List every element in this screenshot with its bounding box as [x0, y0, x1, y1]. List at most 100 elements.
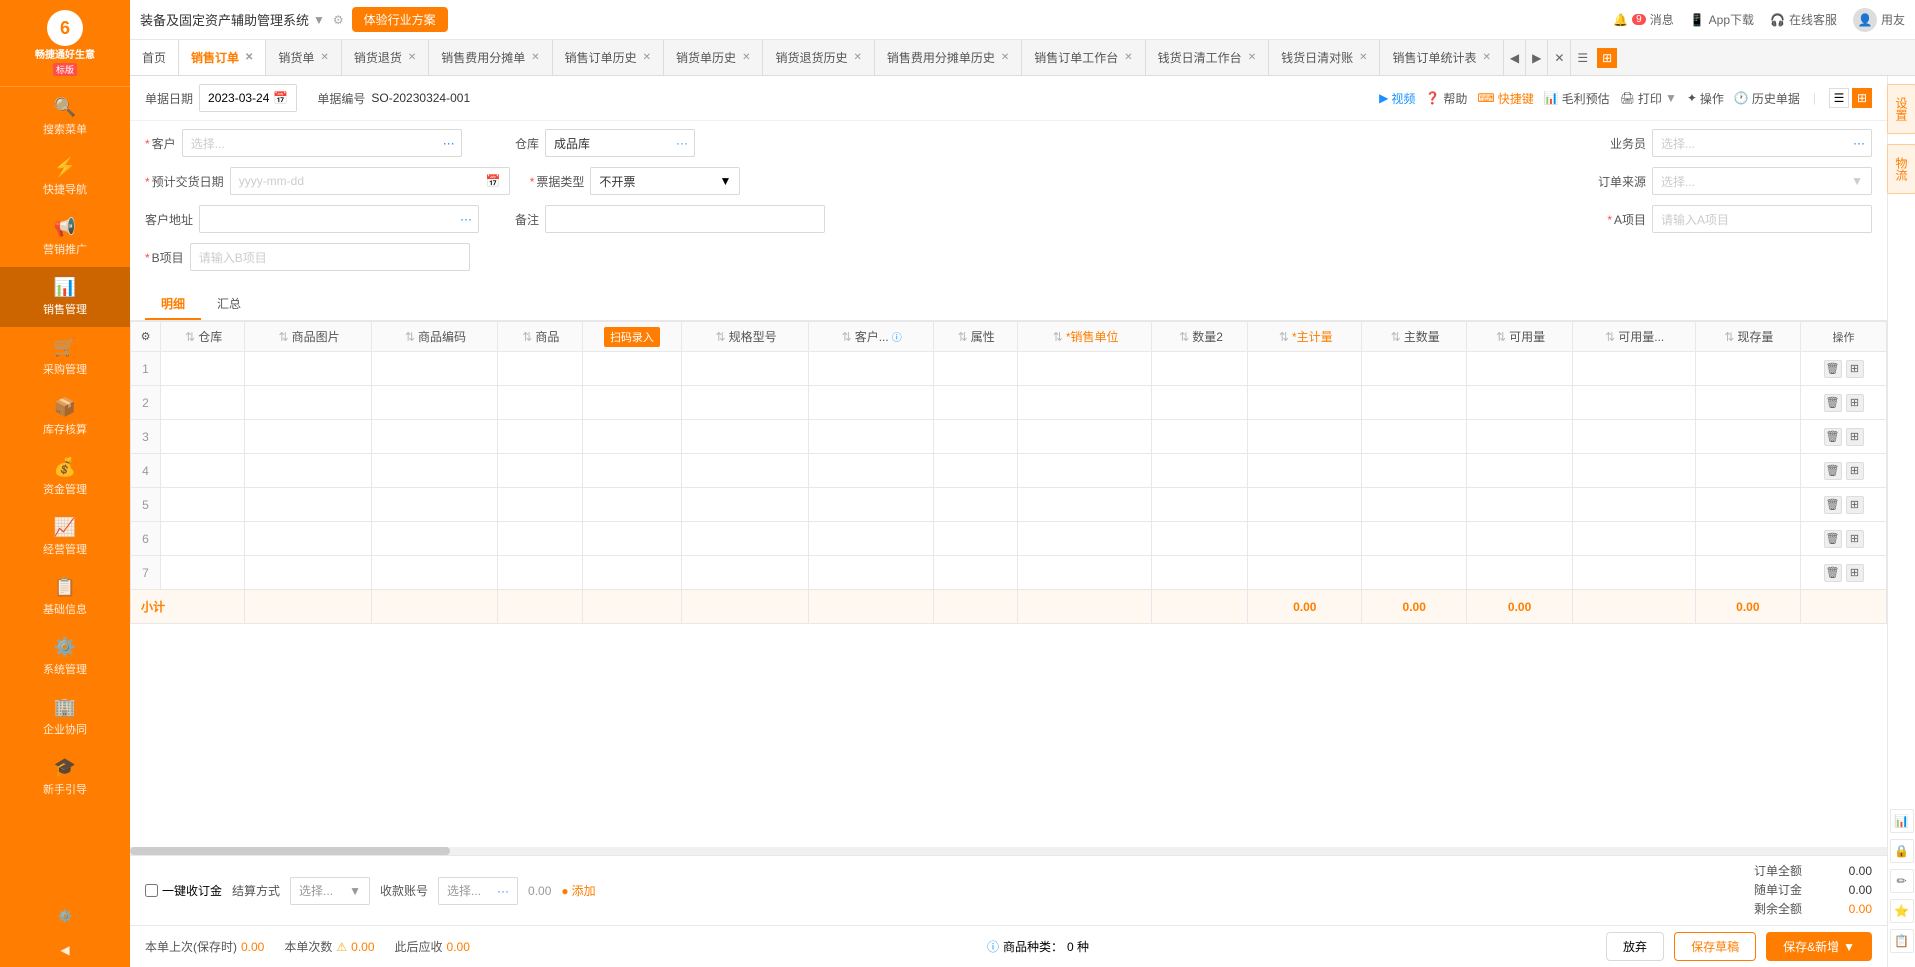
- history-btn[interactable]: 🕐 历史单据: [1734, 90, 1800, 107]
- row-mainqty-5[interactable]: [1362, 488, 1467, 522]
- right-panel-edit-icon[interactable]: ✏: [1890, 869, 1914, 893]
- row-mainunit-1[interactable]: [1248, 352, 1362, 386]
- row-unit-2[interactable]: [1017, 386, 1152, 420]
- row-avail-4[interactable]: [1467, 454, 1572, 488]
- tab-sales-return[interactable]: 销货退货 ✕: [342, 40, 429, 76]
- row-mainunit-3[interactable]: [1248, 420, 1362, 454]
- save-draft-btn[interactable]: 保存草稿: [1674, 932, 1756, 961]
- row-mainqty-4[interactable]: [1362, 454, 1467, 488]
- row-avail2-2[interactable]: [1572, 386, 1695, 420]
- row-warehouse-4[interactable]: [161, 454, 245, 488]
- scrollbar-thumb[interactable]: [130, 847, 450, 855]
- row-spec-4[interactable]: [682, 454, 808, 488]
- row-custcode-6[interactable]: [808, 522, 933, 556]
- row-avail-2[interactable]: [1467, 386, 1572, 420]
- warehouse-input[interactable]: 成品库 ···: [545, 129, 695, 157]
- row-copy-7[interactable]: ⊞: [1846, 564, 1864, 582]
- row-warehouse-2[interactable]: [161, 386, 245, 420]
- row-code-5[interactable]: [371, 488, 497, 522]
- row-avail-7[interactable]: [1467, 556, 1572, 590]
- discard-btn[interactable]: 放弃: [1606, 932, 1664, 961]
- topbar-notice[interactable]: 🔔 9 消息: [1613, 11, 1674, 28]
- order-source-select[interactable]: 选择... ▼: [1652, 167, 1872, 195]
- tab-goods-history[interactable]: 销货单历史 ✕: [664, 40, 763, 76]
- operation-btn[interactable]: ✦ 操作: [1687, 90, 1724, 107]
- row-unit-4[interactable]: [1017, 454, 1152, 488]
- row-avail-6[interactable]: [1467, 522, 1572, 556]
- row-code-6[interactable]: [371, 522, 497, 556]
- row-custcode-2[interactable]: [808, 386, 933, 420]
- tab-stats[interactable]: 销售订单统计表 ✕: [1380, 40, 1503, 76]
- row-custcode-7[interactable]: [808, 556, 933, 590]
- row-copy-3[interactable]: ⊞: [1846, 428, 1864, 446]
- row-current-1[interactable]: [1695, 352, 1800, 386]
- row-current-5[interactable]: [1695, 488, 1800, 522]
- right-panel-star-icon[interactable]: ⭐: [1890, 899, 1914, 923]
- row-mainqty-2[interactable]: [1362, 386, 1467, 420]
- row-product-6[interactable]: [498, 522, 582, 556]
- row-avail2-1[interactable]: [1572, 352, 1695, 386]
- row-scan-4[interactable]: [582, 454, 682, 488]
- row-copy-5[interactable]: ⊞: [1846, 496, 1864, 514]
- row-attr-7[interactable]: [933, 556, 1017, 590]
- row-product-5[interactable]: [498, 488, 582, 522]
- row-product-3[interactable]: [498, 420, 582, 454]
- tab-close-sales-goods[interactable]: ✕: [320, 52, 328, 63]
- topbar-user[interactable]: 👤 用友: [1853, 8, 1905, 32]
- tab-close-order-workbench[interactable]: ✕: [1124, 52, 1132, 63]
- row-attr-4[interactable]: [933, 454, 1017, 488]
- row-image-3[interactable]: [245, 420, 371, 454]
- tab-close-return-history[interactable]: ✕: [853, 52, 861, 63]
- row-qty2-1[interactable]: [1152, 352, 1248, 386]
- th-warehouse[interactable]: ⇅ 仓库: [161, 322, 245, 352]
- row-spec-7[interactable]: [682, 556, 808, 590]
- row-product-4[interactable]: [498, 454, 582, 488]
- profit-btn[interactable]: 📊 毛利预估: [1544, 90, 1610, 107]
- row-delete-2[interactable]: 🗑: [1824, 394, 1842, 412]
- th-attr[interactable]: ⇅ 属性: [933, 322, 1017, 352]
- row-attr-5[interactable]: [933, 488, 1017, 522]
- row-qty2-7[interactable]: [1152, 556, 1248, 590]
- row-image-1[interactable]: [245, 352, 371, 386]
- tab-close-sales-history[interactable]: ✕: [643, 52, 651, 63]
- row-warehouse-3[interactable]: [161, 420, 245, 454]
- row-attr-6[interactable]: [933, 522, 1017, 556]
- row-product-1[interactable]: [498, 352, 582, 386]
- row-warehouse-6[interactable]: [161, 522, 245, 556]
- list-view-btn[interactable]: ☰: [1829, 88, 1849, 108]
- row-current-7[interactable]: [1695, 556, 1800, 590]
- th-qty2[interactable]: ⇅ 数量2: [1152, 322, 1248, 352]
- row-scan-5[interactable]: [582, 488, 682, 522]
- sidebar-item-sales[interactable]: 📊 销售管理: [0, 267, 130, 327]
- row-scan-7[interactable]: [582, 556, 682, 590]
- row-product-2[interactable]: [498, 386, 582, 420]
- tab-close-expense-history[interactable]: ✕: [1001, 52, 1009, 63]
- right-panel-lock-icon[interactable]: 🔒: [1890, 839, 1914, 863]
- row-image-2[interactable]: [245, 386, 371, 420]
- row-mainunit-6[interactable]: [1248, 522, 1362, 556]
- row-avail2-7[interactable]: [1572, 556, 1695, 590]
- tab-close-cash-reconcile[interactable]: ✕: [1359, 52, 1367, 63]
- view-video-btn[interactable]: ▶ 视频: [1379, 90, 1415, 107]
- tab-sales-goods[interactable]: 销货单 ✕: [266, 40, 341, 76]
- sidebar-item-quick[interactable]: ⚡ 快捷导航: [0, 147, 130, 207]
- th-scan[interactable]: 扫码录入: [582, 322, 682, 352]
- sidebar-item-operation[interactable]: 📈 经营管理: [0, 507, 130, 567]
- payment-select[interactable]: 选择... ▼: [290, 877, 370, 905]
- row-avail-5[interactable]: [1467, 488, 1572, 522]
- row-avail2-4[interactable]: [1572, 454, 1695, 488]
- row-code-7[interactable]: [371, 556, 497, 590]
- row-mainqty-1[interactable]: [1362, 352, 1467, 386]
- tab-close-cash-workbench[interactable]: ✕: [1248, 52, 1256, 63]
- row-qty2-5[interactable]: [1152, 488, 1248, 522]
- row-spec-6[interactable]: [682, 522, 808, 556]
- tab-close-sales-expense[interactable]: ✕: [531, 52, 539, 63]
- logistics-vertical-btn[interactable]: 物流: [1887, 144, 1915, 194]
- row-mainunit-7[interactable]: [1248, 556, 1362, 590]
- row-current-4[interactable]: [1695, 454, 1800, 488]
- receipt-select[interactable]: 选择... ···: [438, 877, 518, 905]
- row-spec-2[interactable]: [682, 386, 808, 420]
- row-qty2-4[interactable]: [1152, 454, 1248, 488]
- tab-order-workbench[interactable]: 销售订单工作台 ✕: [1022, 40, 1145, 76]
- sidebar-item-guide[interactable]: 🎓 新手引导: [0, 747, 130, 807]
